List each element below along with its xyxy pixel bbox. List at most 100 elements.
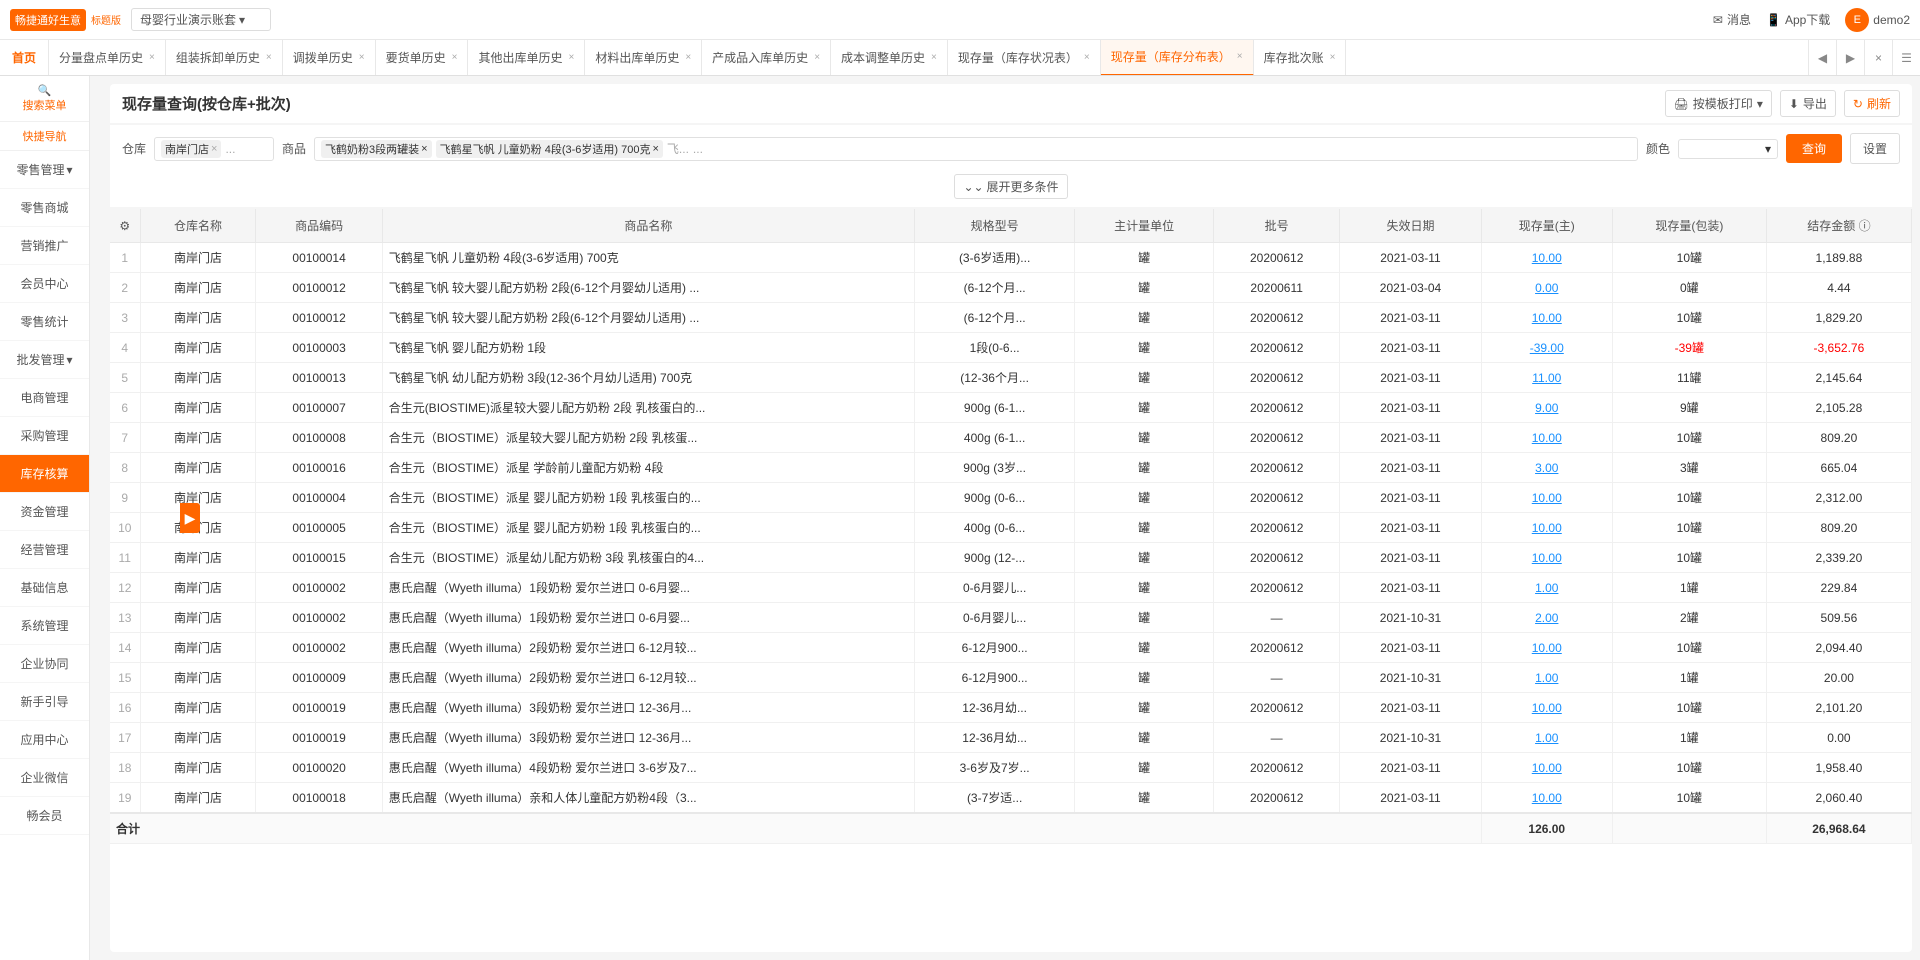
remove-product-tag-1[interactable]: × xyxy=(421,143,427,155)
industry-selector[interactable]: 母婴行业演示账套 ▾ xyxy=(131,8,271,31)
close-icon[interactable]: × xyxy=(149,52,155,63)
expand-more-conditions-button[interactable]: ⌄⌄ 展开更多条件 xyxy=(954,174,1067,199)
close-icon[interactable]: × xyxy=(452,52,458,63)
messages-button[interactable]: ✉ 消息 xyxy=(1713,11,1751,28)
sidebar-item-purchase[interactable]: 采购管理 xyxy=(0,417,89,455)
sidebar: 🔍 搜索菜单 快捷导航 零售管理 ▾ 零售商城 营销推广 会员中心 零售统计 批… xyxy=(0,76,90,960)
col-amount: 结存金额 ⓘ xyxy=(1766,209,1911,243)
tab-next-button[interactable]: ▶ xyxy=(1836,40,1864,76)
close-icon[interactable]: × xyxy=(685,52,691,63)
cell-qty-main[interactable]: 10.00 xyxy=(1481,303,1612,333)
cell-qty-main[interactable]: 9.00 xyxy=(1481,393,1612,423)
tab-batch-account[interactable]: 库存批次账 × xyxy=(1254,40,1347,76)
cell-spec: 900g (0-6... xyxy=(914,483,1074,513)
cell-expire: 2021-10-31 xyxy=(1340,603,1481,633)
cell-code: 00100002 xyxy=(256,573,382,603)
close-icon[interactable]: × xyxy=(814,52,820,63)
cell-expire: 2021-03-11 xyxy=(1340,363,1481,393)
warehouse-tag: 南岸门店 × xyxy=(161,140,221,158)
cell-qty-main[interactable]: 10.00 xyxy=(1481,633,1612,663)
cell-qty-main[interactable]: 10.00 xyxy=(1481,693,1612,723)
sidebar-quick-nav[interactable]: 快捷导航 xyxy=(0,122,89,151)
remove-product-tag-2[interactable]: × xyxy=(652,143,658,155)
sidebar-item-system[interactable]: 系统管理 xyxy=(0,607,89,645)
product-more[interactable]: 飞... xyxy=(667,140,689,157)
product-filter-input[interactable]: 飞鹤奶粉3段两罐装 × 飞鹤星飞帆 儿童奶粉 4段(3-6岁适用) 700克 ×… xyxy=(314,137,1638,161)
sidebar-item-member[interactable]: 会员中心 xyxy=(0,265,89,303)
cell-qty-main[interactable]: 10.00 xyxy=(1481,513,1612,543)
tab-cost-adjust[interactable]: 成本调整单历史 × xyxy=(831,40,948,76)
set-button[interactable]: 设置 xyxy=(1850,133,1900,164)
content-area: 现存量查询(按仓库+批次) 🖨 按模板打印 ▾ ⬇ 导出 ↻ 刷新 xyxy=(90,76,1920,960)
close-icon[interactable]: × xyxy=(568,52,574,63)
tab-material-out[interactable]: 材料出库单历史 × xyxy=(585,40,702,76)
cell-qty-main[interactable]: -39.00 xyxy=(1481,333,1612,363)
cell-spec: 0-6月婴儿... xyxy=(914,603,1074,633)
tab-split-inventory[interactable]: 分量盘点单历史 × xyxy=(49,40,166,76)
sidebar-item-member2[interactable]: 畅会员 xyxy=(0,797,89,835)
sidebar-item-app-center[interactable]: 应用中心 xyxy=(0,721,89,759)
tab-mix[interactable]: 调拨单历史 × xyxy=(283,40,376,76)
cell-qty-main[interactable]: 10.00 xyxy=(1481,243,1612,273)
close-icon[interactable]: × xyxy=(1330,52,1336,63)
tab-product-in[interactable]: 产成品入库单历史 × xyxy=(702,40,831,76)
sidebar-item-retail[interactable]: 零售管理 ▾ xyxy=(0,151,89,189)
cell-qty-main[interactable]: 0.00 xyxy=(1481,273,1612,303)
sidebar-expand-button[interactable]: ▶ xyxy=(180,503,200,533)
sidebar-item-operation[interactable]: 经营管理 xyxy=(0,531,89,569)
sidebar-item-finance[interactable]: 资金管理 xyxy=(0,493,89,531)
sidebar-item-retail-shop[interactable]: 零售商城 xyxy=(0,189,89,227)
tab-require[interactable]: 要货单历史 × xyxy=(376,40,469,76)
message-icon: ✉ xyxy=(1713,13,1723,27)
tab-other-out[interactable]: 其他出库单历史 × xyxy=(468,40,585,76)
close-icon[interactable]: × xyxy=(266,52,272,63)
close-icon[interactable]: × xyxy=(1237,51,1243,62)
user-profile[interactable]: E demo2 xyxy=(1845,8,1910,32)
tab-inventory-status[interactable]: 现存量（库存状况表） × xyxy=(948,40,1101,76)
product-ellipsis[interactable]: ... xyxy=(693,142,703,156)
col-settings[interactable]: ⚙ xyxy=(110,209,140,243)
refresh-button[interactable]: ↻ 刷新 xyxy=(1844,90,1900,117)
export-button[interactable]: ⬇ 导出 xyxy=(1780,90,1836,117)
table-row: 10 南岸门店 00100005 合生元（BIOSTIME）派星 婴儿配方奶粉 … xyxy=(110,513,1912,543)
sidebar-item-retail-label: 零售管理 xyxy=(16,161,64,178)
tab-home[interactable]: 首页 xyxy=(0,40,49,76)
tab-prev-button[interactable]: ◀ xyxy=(1808,40,1836,76)
cell-qty-main[interactable]: 10.00 xyxy=(1481,783,1612,814)
sidebar-item-guide[interactable]: 新手引导 xyxy=(0,683,89,721)
close-icon[interactable]: × xyxy=(931,52,937,63)
cell-qty-main[interactable]: 2.00 xyxy=(1481,603,1612,633)
settings-icon[interactable]: ⚙ xyxy=(119,219,130,233)
tab-close-button[interactable]: × xyxy=(1864,40,1892,76)
sidebar-item-inventory[interactable]: 库存核算 xyxy=(0,455,89,493)
remove-warehouse-tag[interactable]: × xyxy=(211,143,217,155)
sidebar-item-retail-stats[interactable]: 零售统计 xyxy=(0,303,89,341)
sidebar-item-marketing[interactable]: 营销推广 xyxy=(0,227,89,265)
close-icon[interactable]: × xyxy=(359,52,365,63)
sidebar-item-enterprise-wx[interactable]: 企业微信 xyxy=(0,759,89,797)
color-filter-input[interactable]: ▾ xyxy=(1678,139,1778,159)
tab-menu-button[interactable]: ☰ xyxy=(1892,40,1920,76)
app-download-button[interactable]: 📱 App下载 xyxy=(1766,11,1830,28)
sidebar-item-wholesale[interactable]: 批发管理 ▾ xyxy=(0,341,89,379)
cell-qty-main[interactable]: 10.00 xyxy=(1481,423,1612,453)
tab-disassembly[interactable]: 组装拆卸单历史 × xyxy=(166,40,283,76)
close-icon[interactable]: × xyxy=(1084,52,1090,63)
cell-qty-main[interactable]: 10.00 xyxy=(1481,483,1612,513)
cell-qty-main[interactable]: 1.00 xyxy=(1481,663,1612,693)
tab-inventory-dist[interactable]: 现存量（库存分布表） × xyxy=(1101,40,1254,76)
warehouse-filter-input[interactable]: 南岸门店 × ... xyxy=(154,137,274,161)
sidebar-search[interactable]: 🔍 搜索菜单 xyxy=(0,76,89,122)
cell-qty-main[interactable]: 11.00 xyxy=(1481,363,1612,393)
query-button[interactable]: 查询 xyxy=(1786,134,1842,163)
cell-qty-main[interactable]: 1.00 xyxy=(1481,723,1612,753)
template-print-button[interactable]: 🖨 按模板打印 ▾ xyxy=(1665,90,1772,117)
sidebar-item-ecommerce[interactable]: 电商管理 xyxy=(0,379,89,417)
cell-qty-main[interactable]: 1.00 xyxy=(1481,573,1612,603)
cell-qty-main[interactable]: 3.00 xyxy=(1481,453,1612,483)
sidebar-item-basics[interactable]: 基础信息 xyxy=(0,569,89,607)
warehouse-more[interactable]: ... xyxy=(225,142,235,156)
sidebar-item-enterprise[interactable]: 企业协同 xyxy=(0,645,89,683)
cell-qty-main[interactable]: 10.00 xyxy=(1481,753,1612,783)
cell-qty-main[interactable]: 10.00 xyxy=(1481,543,1612,573)
